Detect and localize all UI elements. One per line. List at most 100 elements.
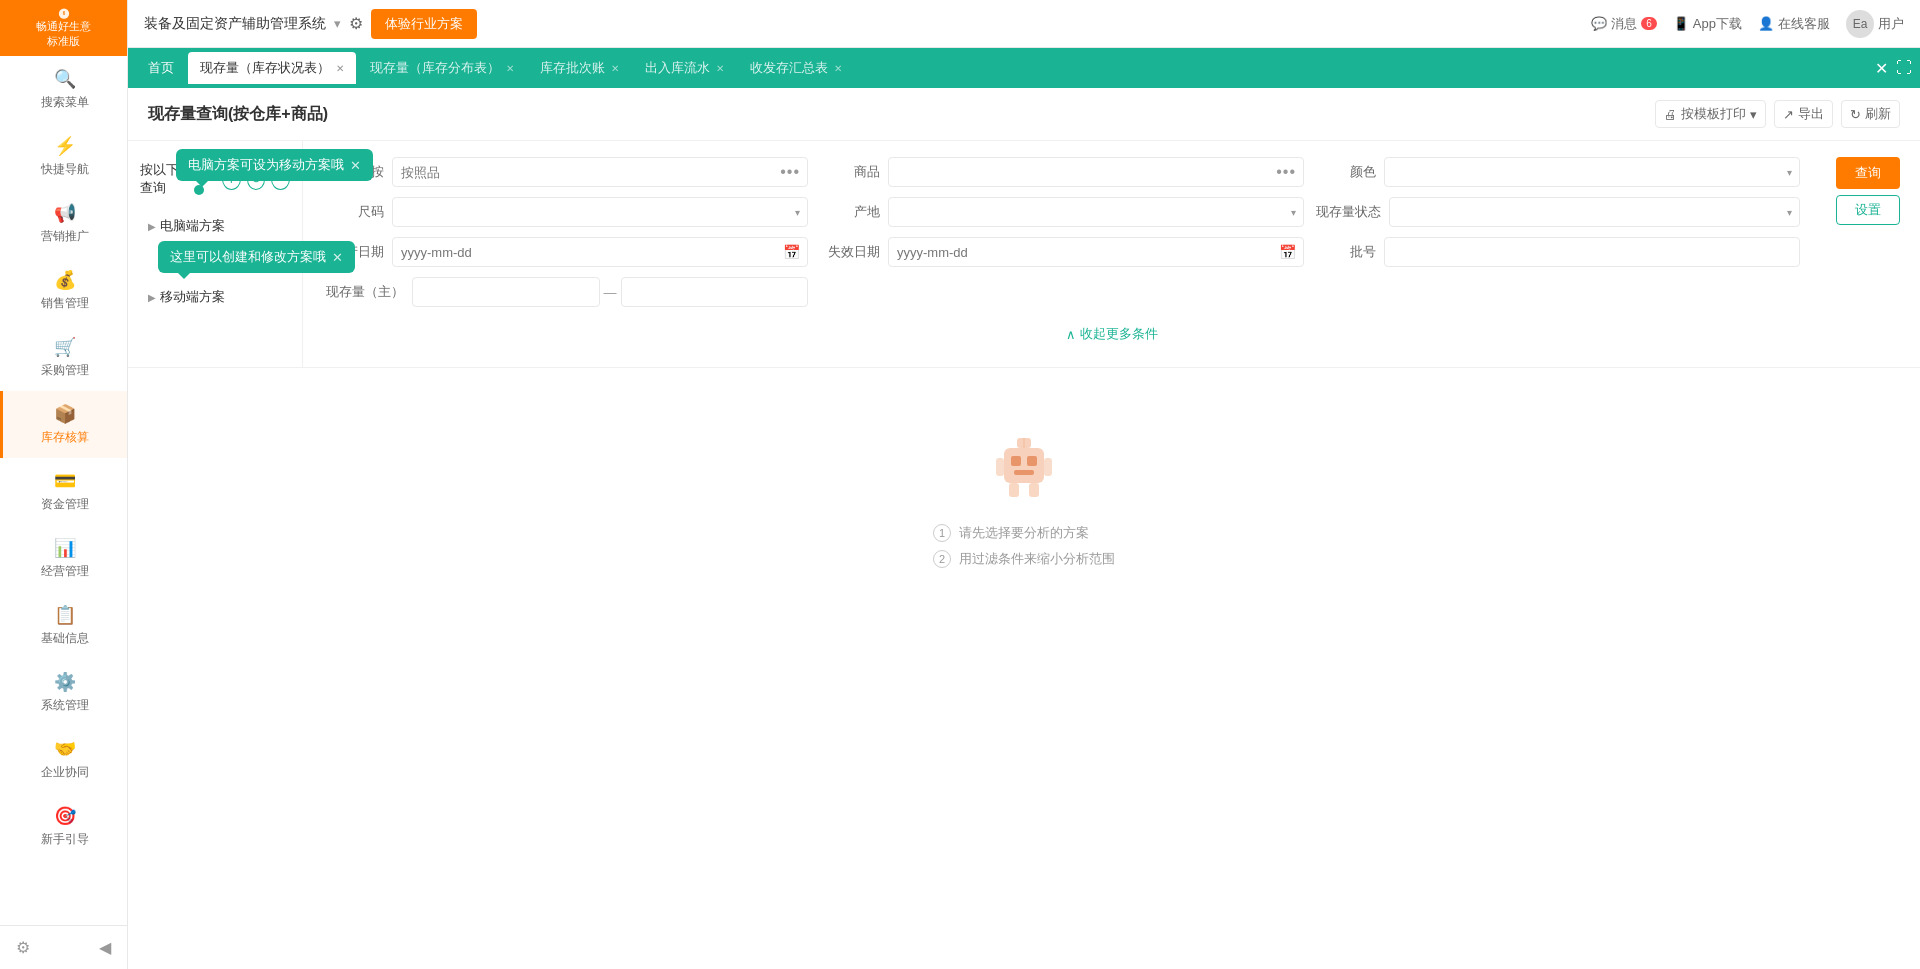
- sidebar-item-label: 基础信息: [41, 630, 89, 647]
- system-dropdown-icon[interactable]: ▾: [334, 16, 341, 31]
- tab-receive-summary[interactable]: 收发存汇总表 ✕: [738, 52, 854, 84]
- tab-inventory-dist[interactable]: 现存量（库存分布表） ✕: [358, 52, 526, 84]
- scheme-mobile[interactable]: ▶ 移动端方案: [128, 280, 302, 314]
- refresh-label: 刷新: [1865, 105, 1891, 123]
- stock-status-select-wrapper: ▾: [1389, 197, 1800, 227]
- expand-mobile-icon: ▶: [148, 292, 156, 303]
- sidebar-item-inventory[interactable]: 📦 库存核算: [0, 391, 127, 458]
- tab-fullscreen-icon[interactable]: ⛶: [1896, 59, 1912, 77]
- tab-receive-summary-close[interactable]: ✕: [834, 63, 842, 74]
- step-2-text: 用过滤条件来缩小分析范围: [959, 550, 1115, 568]
- tab-inventory-status-close[interactable]: ✕: [336, 63, 344, 74]
- tab-inventory-status[interactable]: 现存量（库存状况表） ✕: [188, 52, 356, 84]
- sidebar-item-sales[interactable]: 💰 销售管理: [0, 257, 127, 324]
- app-sub: 标准版: [36, 34, 91, 48]
- tab-batch-account[interactable]: 库存批次账 ✕: [528, 52, 631, 84]
- search-button[interactable]: 查询: [1836, 157, 1900, 189]
- tooltip-create-close[interactable]: ✕: [332, 250, 343, 265]
- color-select[interactable]: [1384, 157, 1800, 187]
- sales-icon: 💰: [54, 269, 76, 291]
- tab-close-all-icon[interactable]: ✕: [1875, 59, 1888, 78]
- collapse-sidebar-icon[interactable]: ◀: [99, 938, 111, 957]
- sidebar-item-enterprise[interactable]: 🤝 企业协同: [0, 726, 127, 793]
- quick-nav-icon: ⚡: [54, 135, 76, 157]
- app-download-button[interactable]: 📱 App下载: [1673, 15, 1742, 33]
- tab-inventory-dist-label: 现存量（库存分布表）: [370, 59, 500, 77]
- message-button[interactable]: 💬 消息 6: [1591, 15, 1657, 33]
- online-service-label: 在线客服: [1778, 15, 1830, 33]
- collapse-button[interactable]: ∧ 收起更多条件: [324, 317, 1900, 351]
- online-service-button[interactable]: 👤 在线客服: [1758, 15, 1830, 33]
- settings-icon[interactable]: ⚙: [16, 938, 30, 957]
- goods-dots-icon[interactable]: •••: [1276, 163, 1296, 181]
- page-actions: 🖨 按模板打印 ▾ ↗ 导出 ↻ 刷新: [1655, 100, 1900, 128]
- sidebar-item-marketing[interactable]: 📢 营销推广: [0, 190, 127, 257]
- sidebar-item-label: 经营管理: [41, 563, 89, 580]
- scheme-desktop[interactable]: ▶ 电脑端方案: [128, 209, 302, 243]
- reset-button[interactable]: 设置: [1836, 195, 1900, 225]
- size-select[interactable]: [392, 197, 808, 227]
- produce-date-input[interactable]: [392, 237, 808, 267]
- goods-input[interactable]: [888, 157, 1304, 187]
- tabbar: 首页 现存量（库存状况表） ✕ 现存量（库存分布表） ✕ 库存批次账 ✕ 出入库…: [128, 48, 1920, 88]
- topbar-settings-icon[interactable]: ⚙: [349, 14, 363, 33]
- filter-row-2: 尺码 ▾ 产地 ▾: [324, 197, 1900, 227]
- print-button[interactable]: 🖨 按模板打印 ▾: [1655, 100, 1766, 128]
- tab-in-out-flow-close[interactable]: ✕: [716, 63, 724, 74]
- refresh-button[interactable]: ↻ 刷新: [1841, 100, 1900, 128]
- sidebar-item-quick-nav[interactable]: ⚡ 快捷导航: [0, 123, 127, 190]
- sidebar-item-label: 快捷导航: [41, 161, 89, 178]
- sidebar-item-search-menu[interactable]: 🔍 搜索菜单: [0, 56, 127, 123]
- sidebar-item-basic-info[interactable]: 📋 基础信息: [0, 592, 127, 659]
- warehouse-dots-icon[interactable]: •••: [780, 163, 800, 181]
- filter-row-3: 生产日期 📅 失效日期 📅: [324, 237, 1900, 267]
- app-download-label: App下载: [1693, 15, 1742, 33]
- tab-inventory-dist-close[interactable]: ✕: [506, 63, 514, 74]
- sidebar-item-operation[interactable]: 📊 经营管理: [0, 525, 127, 592]
- goods-label: 商品: [820, 163, 880, 181]
- user-menu[interactable]: Ea 用户: [1846, 10, 1904, 38]
- origin-select[interactable]: [888, 197, 1304, 227]
- stock-main-min-input[interactable]: [412, 277, 600, 307]
- batch-input[interactable]: [1384, 237, 1800, 267]
- sidebar-item-label: 销售管理: [41, 295, 89, 312]
- operation-icon: 📊: [54, 537, 76, 559]
- tab-batch-account-close[interactable]: ✕: [611, 63, 619, 74]
- filter-field-goods: 商品 •••: [820, 157, 1304, 187]
- expire-date-input[interactable]: [888, 237, 1304, 267]
- tab-home[interactable]: 首页: [136, 52, 186, 84]
- message-label: 消息: [1611, 15, 1637, 33]
- step-1-text: 请先选择要分析的方案: [959, 524, 1089, 542]
- color-label: 颜色: [1316, 163, 1376, 181]
- filter-row-4: 现存量（主） —: [324, 277, 1900, 307]
- tab-in-out-flow[interactable]: 出入库流水 ✕: [633, 52, 736, 84]
- main-content: 装备及固定资产辅助管理系统 ▾ ⚙ 体验行业方案 💬 消息 6 📱 App下载 …: [128, 0, 1920, 969]
- app-name: 畅通好生意: [36, 19, 91, 33]
- industry-plan-button[interactable]: 体验行业方案: [371, 9, 477, 39]
- origin-label: 产地: [820, 203, 880, 221]
- sidebar-nav: 🔍 搜索菜单 ⚡ 快捷导航 📢 营销推广 💰 销售管理 🛒 采购管理 📦 库存核…: [0, 56, 127, 925]
- phone-icon: 📱: [1673, 16, 1689, 31]
- export-button[interactable]: ↗ 导出: [1774, 100, 1833, 128]
- tab-receive-summary-label: 收发存汇总表: [750, 59, 828, 77]
- expire-date-label: 失效日期: [820, 243, 880, 261]
- svg-rect-2: [1004, 448, 1044, 483]
- tooltip-scheme-close[interactable]: ✕: [350, 158, 361, 173]
- sidebar-item-system[interactable]: ⚙️ 系统管理: [0, 659, 127, 726]
- stock-main-max-input[interactable]: [621, 277, 809, 307]
- filter-fields: 按 ••• 商品 •••: [308, 157, 1900, 351]
- empty-state-icon: [984, 428, 1064, 508]
- sidebar-item-finance[interactable]: 💳 资金管理: [0, 458, 127, 525]
- content-inner: 现存量查询(按仓库+商品) 🖨 按模板打印 ▾ ↗ 导出 ↻ 刷新: [128, 88, 1920, 969]
- stock-status-select[interactable]: [1389, 197, 1800, 227]
- sidebar-item-purchase[interactable]: 🛒 采购管理: [0, 324, 127, 391]
- tabbar-end: ✕ ⛶: [1875, 59, 1912, 78]
- warehouse-input-wrapper: •••: [392, 157, 808, 187]
- collapse-label: 收起更多条件: [1080, 325, 1158, 343]
- sidebar-item-guide[interactable]: 🎯 新手引导: [0, 793, 127, 860]
- print-icon: 🖨: [1664, 107, 1677, 122]
- warehouse-input[interactable]: [392, 157, 808, 187]
- stock-status-label: 现存量状态: [1316, 203, 1381, 221]
- purchase-icon: 🛒: [54, 336, 76, 358]
- sidebar: 6 畅通好生意 标准版 🔍 搜索菜单 ⚡ 快捷导航 📢 营销推广 💰 销售管理 …: [0, 0, 128, 969]
